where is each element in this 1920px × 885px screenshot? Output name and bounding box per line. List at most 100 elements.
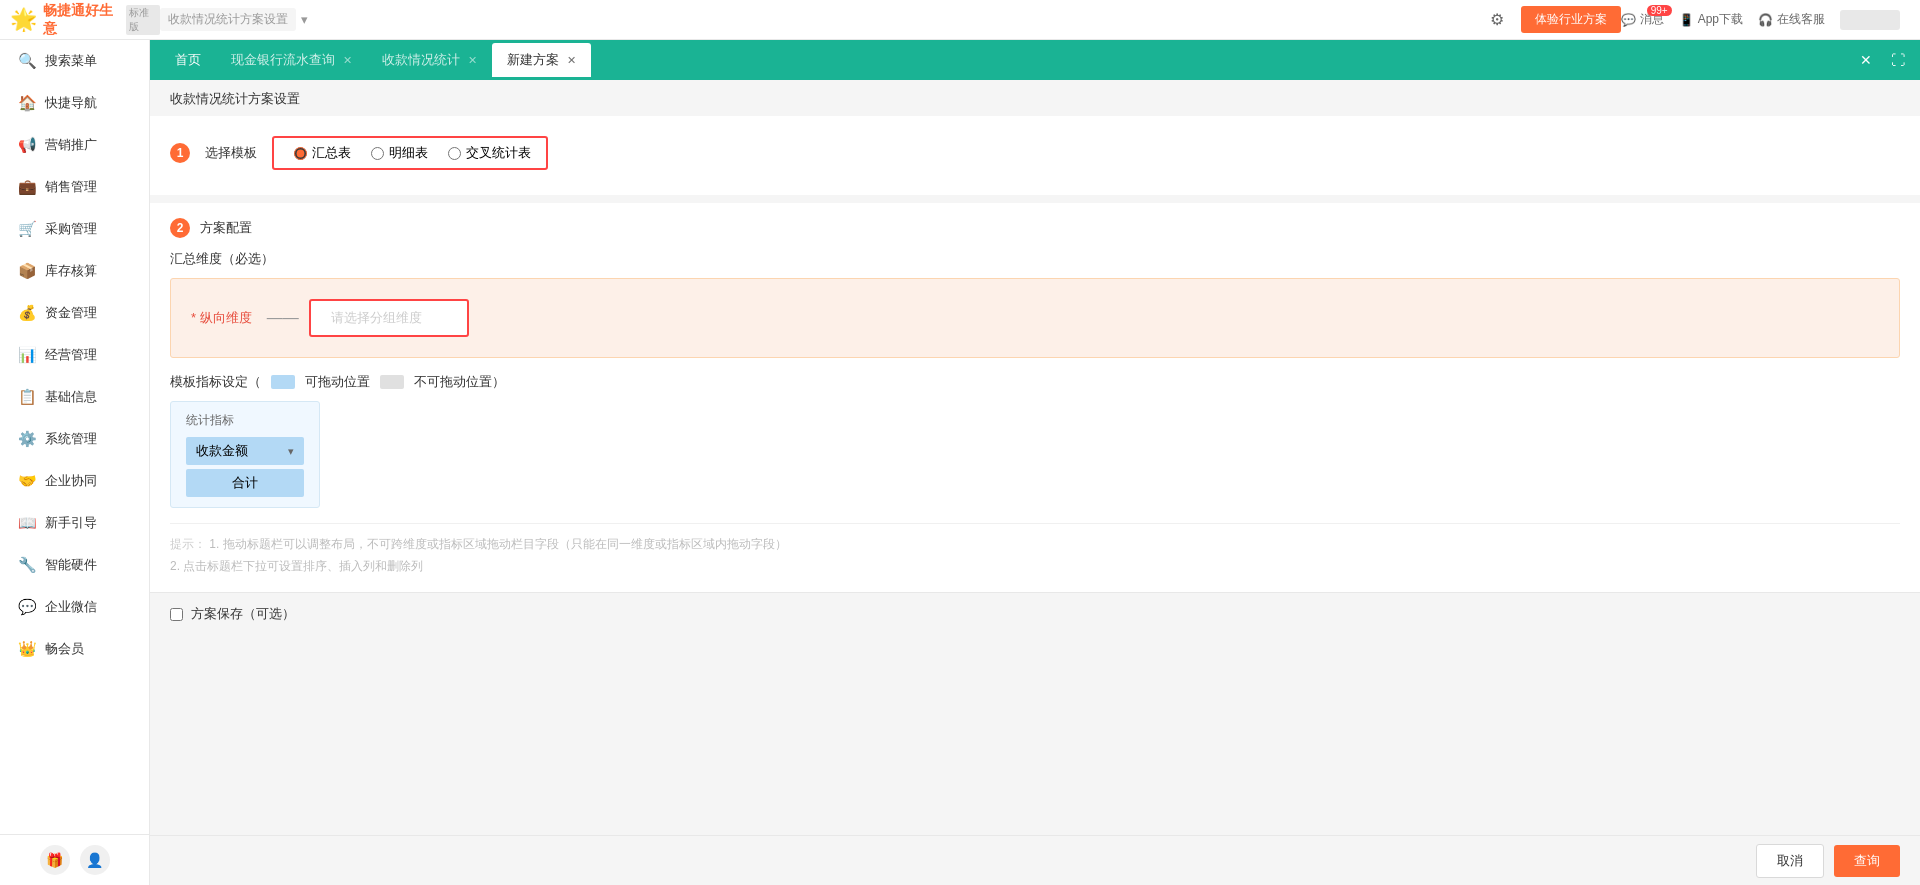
operations-icon: 📊 [18, 346, 37, 364]
message-button[interactable]: 💬 消息 99+ [1621, 11, 1664, 28]
stat-item-label: 收款金额 [196, 442, 248, 460]
save-section: 方案保存（可选） [150, 592, 1920, 635]
radio-detail-input[interactable] [371, 147, 384, 160]
dimension-select[interactable]: 请选择分组维度 [309, 299, 469, 337]
sidebar-item-search[interactable]: 🔍 搜索菜单 [0, 40, 149, 82]
tab-bar: 首页 现金银行流水查询 ✕ 收款情况统计 ✕ 新建方案 ✕ ✕ ⛶ [150, 40, 1920, 80]
tab-new-plan[interactable]: 新建方案 ✕ [492, 43, 591, 77]
stat-indicators-box: 统计指标 收款金额 ▾ 合计 [170, 401, 320, 508]
indicators-header: 模板指标设定（ 可拖动位置 不可拖动位置） [170, 373, 1900, 391]
tab-cashflow-label: 现金银行流水查询 [231, 51, 335, 69]
cancel-button[interactable]: 取消 [1756, 844, 1824, 878]
search-icon: 🔍 [18, 52, 37, 70]
sidebar-label-search: 搜索菜单 [45, 52, 97, 70]
tab-receipts-label: 收款情况统计 [382, 51, 460, 69]
page-title: 收款情况统计方案设置 [170, 91, 300, 106]
trial-button[interactable]: 体验行业方案 [1521, 6, 1621, 33]
radio-summary-label: 汇总表 [312, 144, 351, 162]
maximize-icon[interactable]: ⛶ [1886, 48, 1910, 72]
dimension-title-text: 汇总维度（必选） [170, 251, 274, 266]
sidebar-label-enterprise: 企业协同 [45, 472, 97, 490]
radio-cross[interactable]: 交叉统计表 [448, 144, 531, 162]
sidebar: 🔍 搜索菜单 🏠 快捷导航 📢 营销推广 💼 销售管理 🛒 采购管理 📦 库存核… [0, 40, 150, 885]
chevron-down-small-icon: ▾ [288, 445, 294, 458]
bottom-action-bar: 取消 查询 [150, 835, 1920, 885]
sidebar-item-finance[interactable]: 💰 资金管理 [0, 292, 149, 334]
dimension-title: 汇总维度（必选） [170, 250, 1900, 268]
stat-item-amount[interactable]: 收款金额 ▾ [186, 437, 304, 465]
tab-home[interactable]: 首页 [160, 43, 216, 77]
sidebar-label-finance: 资金管理 [45, 304, 97, 322]
top-bar: 🌟 畅捷通好生意 标准版 收款情况统计方案设置 ▾ ⚙ 体验行业方案 💬 消息 … [0, 0, 1920, 40]
tab-cashflow-close[interactable]: ✕ [343, 54, 352, 67]
indicators-section: 模板指标设定（ 可拖动位置 不可拖动位置） 统计指标 收款金额 ▾ 合 [170, 373, 1900, 508]
hint-prefix: 提示： [170, 537, 206, 551]
sidebar-bottom-icon-2[interactable]: 👤 [80, 845, 110, 875]
finance-icon: 💰 [18, 304, 37, 322]
sidebar-bottom-icon-1[interactable]: 🎁 [40, 845, 70, 875]
query-button[interactable]: 查询 [1834, 845, 1900, 877]
sidebar-item-guide[interactable]: 📖 新手引导 [0, 502, 149, 544]
wechat-icon: 💬 [18, 598, 37, 616]
radio-summary-input[interactable] [294, 147, 307, 160]
message-badge: 99+ [1647, 5, 1672, 16]
chevron-down-icon[interactable]: ▾ [301, 12, 308, 27]
basic-icon: 📋 [18, 388, 37, 406]
sidebar-item-basic[interactable]: 📋 基础信息 [0, 376, 149, 418]
radio-summary[interactable]: 汇总表 [294, 144, 351, 162]
step1-section: 1 选择模板 汇总表 明细表 [150, 116, 1920, 195]
sidebar-item-system[interactable]: ⚙️ 系统管理 [0, 418, 149, 460]
step2-section: 2 方案配置 汇总维度（必选） * 纵向维度 —— 请选择分组维度 [150, 203, 1920, 592]
hint-text-1: 1. 拖动标题栏可以调整布局，不可跨维度或指标区域拖动栏目字段（只能在同一维度或… [209, 537, 786, 551]
sidebar-item-hardware[interactable]: 🔧 智能硬件 [0, 544, 149, 586]
purchase-icon: 🛒 [18, 220, 37, 238]
tab-new-plan-close[interactable]: ✕ [567, 54, 576, 67]
sidebar-item-member[interactable]: 👑 畅会员 [0, 628, 149, 670]
sidebar-label-home: 快捷导航 [45, 94, 97, 112]
radio-cross-input[interactable] [448, 147, 461, 160]
stat-section-label: 统计指标 [186, 412, 304, 429]
sidebar-item-home[interactable]: 🏠 快捷导航 [0, 82, 149, 124]
support-button[interactable]: 🎧 在线客服 [1758, 11, 1825, 28]
sidebar-label-member: 畅会员 [45, 640, 84, 658]
dimension-arrow-icon: —— [267, 309, 299, 327]
content-area: 首页 现金银行流水查询 ✕ 收款情况统计 ✕ 新建方案 ✕ ✕ ⛶ [150, 40, 1920, 885]
support-label: 在线客服 [1777, 11, 1825, 28]
tab-new-plan-label: 新建方案 [507, 51, 559, 69]
sidebar-label-operations: 经营管理 [45, 346, 97, 364]
close-window-icon[interactable]: ✕ [1854, 48, 1878, 72]
download-button[interactable]: 📱 App下载 [1679, 11, 1743, 28]
radio-detail[interactable]: 明细表 [371, 144, 428, 162]
step2-title-row: 2 方案配置 [170, 218, 1900, 238]
sidebar-label-hardware: 智能硬件 [45, 556, 97, 574]
template-options-box: 汇总表 明细表 交叉统计表 [272, 136, 548, 170]
radio-cross-label: 交叉统计表 [466, 144, 531, 162]
logo-area: 🌟 畅捷通好生意 标准版 [10, 2, 160, 38]
user-avatar[interactable] [1840, 10, 1900, 30]
system-icon: ⚙️ [18, 430, 37, 448]
hint-section: 提示： 1. 拖动标题栏可以调整布局，不可跨维度或指标区域拖动栏目字段（只能在同… [170, 523, 1900, 577]
sidebar-item-enterprise[interactable]: 🤝 企业协同 [0, 460, 149, 502]
tab-receipts-close[interactable]: ✕ [468, 54, 477, 67]
tab-cashflow[interactable]: 现金银行流水查询 ✕ [216, 43, 367, 77]
tab-home-label: 首页 [175, 51, 201, 69]
radio-group-template: 汇总表 明细表 交叉统计表 [294, 144, 531, 162]
step2-badge: 2 [170, 218, 190, 238]
tab-receipts[interactable]: 收款情况统计 ✕ [367, 43, 492, 77]
sidebar-label-basic: 基础信息 [45, 388, 97, 406]
sidebar-item-marketing[interactable]: 📢 营销推广 [0, 124, 149, 166]
dimension-area: * 纵向维度 —— 请选择分组维度 [170, 278, 1900, 358]
sidebar-item-wechat[interactable]: 💬 企业微信 [0, 586, 149, 628]
step2-label: 方案配置 [200, 219, 252, 237]
save-checkbox[interactable] [170, 608, 183, 621]
breadcrumb-area: 收款情况统计方案设置 ▾ [160, 8, 1483, 31]
sidebar-item-purchase[interactable]: 🛒 采购管理 [0, 208, 149, 250]
sidebar-item-sales[interactable]: 💼 销售管理 [0, 166, 149, 208]
settings-icon[interactable]: ⚙ [1483, 6, 1511, 34]
sidebar-item-operations[interactable]: 📊 经营管理 [0, 334, 149, 376]
sidebar-item-inventory[interactable]: 📦 库存核算 [0, 250, 149, 292]
top-right-actions: 💬 消息 99+ 📱 App下载 🎧 在线客服 [1621, 10, 1910, 30]
dimension-row: * 纵向维度 —— 请选择分组维度 [191, 299, 1879, 337]
draggable-legend-color [271, 375, 295, 389]
sidebar-label-wechat: 企业微信 [45, 598, 97, 616]
